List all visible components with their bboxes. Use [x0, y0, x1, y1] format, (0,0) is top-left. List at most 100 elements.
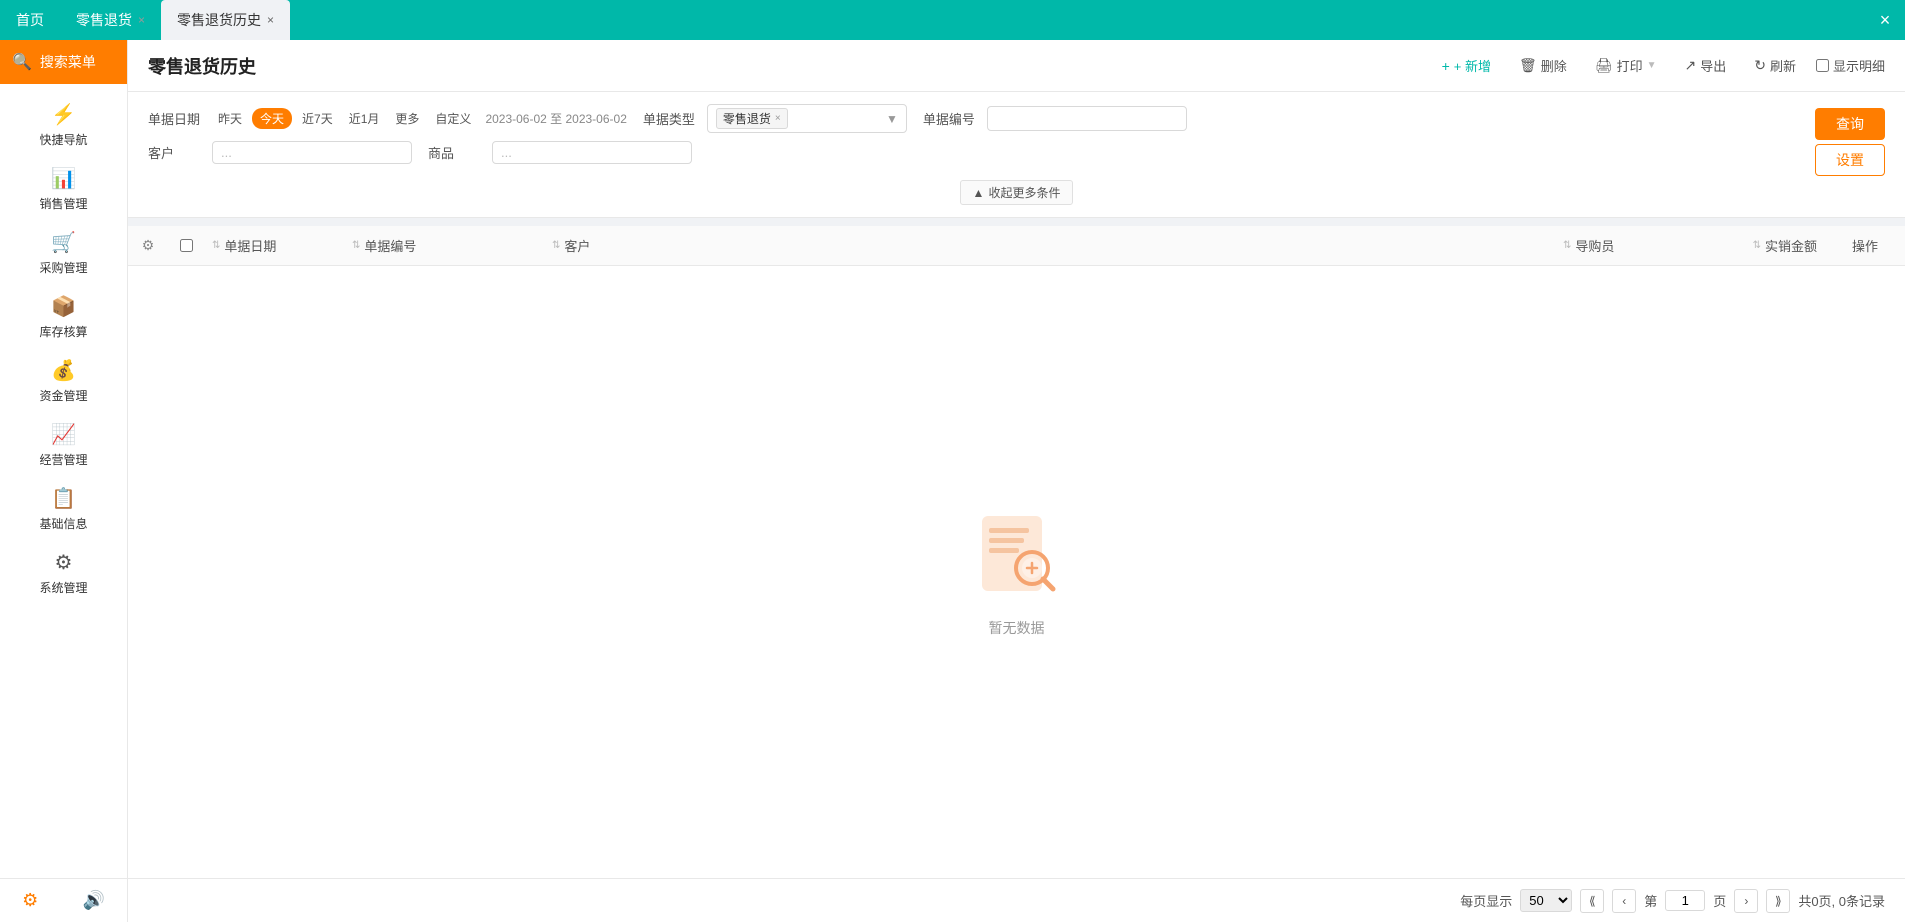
total-label: 共0页, 0条记录	[1798, 891, 1885, 910]
main-content: 零售退货历史 + + 新增 🗑 删除 🖨 打印 ▼ ↗ 导出 ↻ 刷新	[128, 40, 1905, 922]
filter-settings-button[interactable]: 设置	[1815, 144, 1885, 176]
tab-retail-return[interactable]: 零售退货 ×	[60, 0, 161, 40]
table-area: ⚙ ⇅ 单据日期 ⇅ 单据编号 ⇅ 客户 ⇅ 导购员 ⇅ 实销金额	[128, 226, 1905, 922]
date-btn-7days[interactable]: 近7天	[296, 108, 339, 129]
filter-area: 单据日期 昨天 今天 近7天 近1月 更多 自定义 2023-06-02 至 2…	[128, 92, 1905, 218]
pagination-first-btn[interactable]: ⟪	[1580, 889, 1604, 913]
export-label: 导出	[1700, 56, 1726, 75]
th-customer[interactable]: ⇅ 客户	[544, 236, 1555, 255]
customer-input[interactable]: ...	[212, 141, 412, 164]
show-detail-checkbox[interactable]	[1816, 59, 1829, 72]
new-button[interactable]: + + 新增	[1434, 52, 1499, 79]
sidebar-volume-icon[interactable]: 🔊	[82, 890, 104, 911]
per-page-label: 每页显示	[1460, 891, 1512, 910]
delete-button[interactable]: 🗑 删除	[1511, 52, 1575, 79]
sidebar-settings-icon[interactable]: ⚙	[22, 890, 38, 911]
date-btn-today[interactable]: 今天	[252, 108, 292, 129]
select-all-checkbox[interactable]	[180, 239, 193, 252]
sidebar-item-purchase[interactable]: 🛒 采购管理	[0, 220, 127, 284]
type-tag-label: 零售退货	[723, 110, 771, 127]
refresh-button[interactable]: ↻ 刷新	[1746, 52, 1804, 79]
filter-number-item: 单据编号	[923, 106, 1187, 131]
th-date-label: 单据日期	[224, 236, 276, 255]
pagination-next-btn[interactable]: ›	[1734, 889, 1758, 913]
page-actions: + + 新增 🗑 删除 🖨 打印 ▼ ↗ 导出 ↻ 刷新 显示	[1434, 52, 1885, 79]
date-filter-label: 单据日期	[148, 109, 204, 128]
type-select-arrow-icon: ▼	[886, 112, 898, 126]
sidebar-item-quick-nav[interactable]: ⚡ 快捷导航	[0, 92, 127, 156]
date-btn-yesterday[interactable]: 昨天	[212, 108, 248, 129]
quick-nav-icon: ⚡	[51, 102, 76, 127]
sidebar-search[interactable]: 🔍 搜索菜单	[0, 40, 127, 84]
th-customer-sort-icon: ⇅	[552, 240, 560, 251]
sidebar-item-system[interactable]: ⚙ 系统管理	[0, 540, 127, 604]
sidebar-item-sales-label: 销售管理	[39, 195, 87, 212]
tab-retail-return-label: 零售退货	[76, 10, 132, 30]
table-select-all[interactable]	[168, 239, 204, 252]
sidebar-item-finance[interactable]: 💰 资金管理	[0, 348, 127, 412]
filter-row-2: 客户 ... 商品 ...	[148, 141, 1799, 164]
date-buttons-group: 昨天 今天 近7天 近1月 更多 自定义 2023-06-02 至 2023-0…	[212, 108, 627, 129]
collapse-up-icon: ▲	[973, 186, 985, 200]
topbar-tabs: 首页 零售退货 × 零售退货历史 ×	[0, 0, 1865, 40]
type-select[interactable]: 零售退货 × ▼	[707, 104, 907, 133]
per-page-select[interactable]: 50 100 200	[1520, 889, 1572, 912]
tab-retail-return-close[interactable]: ×	[138, 13, 145, 27]
number-filter-label: 单据编号	[923, 109, 979, 128]
goods-input[interactable]: ...	[492, 141, 692, 164]
th-date[interactable]: ⇅ 单据日期	[204, 236, 344, 255]
th-number[interactable]: ⇅ 单据编号	[344, 236, 544, 255]
page-number-input[interactable]	[1665, 890, 1705, 911]
sidebar-item-basic-info-label: 基础信息	[39, 515, 87, 532]
pagination-prev-btn[interactable]: ‹	[1612, 889, 1636, 913]
type-tag-retail-return: 零售退货 ×	[716, 108, 788, 129]
th-amount-sort-icon: ⇅	[1753, 240, 1761, 251]
show-detail-label: 显示明细	[1833, 56, 1885, 75]
th-action-label: 操作	[1852, 236, 1878, 255]
date-btn-custom[interactable]: 自定义	[429, 108, 477, 129]
window-close-button[interactable]: ×	[1865, 0, 1905, 40]
show-detail-checkbox-wrap[interactable]: 显示明细	[1816, 56, 1885, 75]
sidebar-item-sales[interactable]: 📊 销售管理	[0, 156, 127, 220]
th-guide[interactable]: ⇅ 导购员	[1555, 236, 1705, 255]
collapse-label: 收起更多条件	[988, 184, 1060, 201]
empty-state: 暂无数据	[128, 266, 1905, 878]
page-title: 零售退货历史	[148, 53, 256, 79]
inventory-icon: 📦	[51, 294, 76, 319]
tab-retail-return-history-close[interactable]: ×	[267, 13, 274, 27]
export-button[interactable]: ↗ 导出	[1676, 52, 1734, 79]
th-amount[interactable]: ⇅ 实销金额	[1705, 236, 1825, 255]
number-input[interactable]	[987, 106, 1187, 131]
empty-icon	[967, 506, 1067, 606]
type-filter-label: 单据类型	[643, 109, 699, 128]
sidebar-item-basic-info[interactable]: 📋 基础信息	[0, 476, 127, 540]
basic-info-icon: 📋	[51, 486, 76, 511]
sidebar-search-label: 搜索菜单	[40, 52, 96, 72]
sidebar-item-purchase-label: 采购管理	[39, 259, 87, 276]
filter-row-1: 单据日期 昨天 今天 近7天 近1月 更多 自定义 2023-06-02 至 2…	[148, 104, 1799, 133]
goods-filter-label: 商品	[428, 143, 484, 162]
finance-icon: 💰	[51, 358, 76, 383]
pagination-last-btn[interactable]: ⟫	[1766, 889, 1790, 913]
tab-retail-return-history[interactable]: 零售退货历史 ×	[161, 0, 290, 40]
query-button[interactable]: 查询	[1815, 108, 1885, 140]
print-button[interactable]: 🖨 打印 ▼	[1587, 52, 1665, 79]
date-btn-1month[interactable]: 近1月	[343, 108, 386, 129]
collapse-button[interactable]: ▲ 收起更多条件	[960, 180, 1074, 205]
table-settings-icon[interactable]: ⚙	[128, 237, 168, 254]
empty-text: 暂无数据	[989, 618, 1045, 638]
new-icon: +	[1442, 58, 1450, 74]
page-label: 第	[1644, 891, 1657, 910]
sidebar-item-operations[interactable]: 📈 经营管理	[0, 412, 127, 476]
date-btn-more[interactable]: 更多	[389, 108, 425, 129]
collapse-row: ▲ 收起更多条件	[148, 176, 1885, 209]
tab-home[interactable]: 首页	[0, 0, 60, 40]
sidebar-item-finance-label: 资金管理	[39, 387, 87, 404]
type-tag-close-icon[interactable]: ×	[775, 113, 781, 124]
sidebar-items: ⚡ 快捷导航 📊 销售管理 🛒 采购管理 📦 库存核算 💰 资金管理 📈 经营管…	[0, 84, 127, 878]
table-footer: 每页显示 50 100 200 ⟪ ‹ 第 页 › ⟫ 共0页, 0条记录	[128, 878, 1905, 922]
print-icon: 🖨	[1595, 57, 1613, 74]
delete-label: 删除	[1541, 56, 1567, 75]
sidebar-item-inventory[interactable]: 📦 库存核算	[0, 284, 127, 348]
date-range-display: 2023-06-02 至 2023-06-02	[485, 110, 626, 127]
